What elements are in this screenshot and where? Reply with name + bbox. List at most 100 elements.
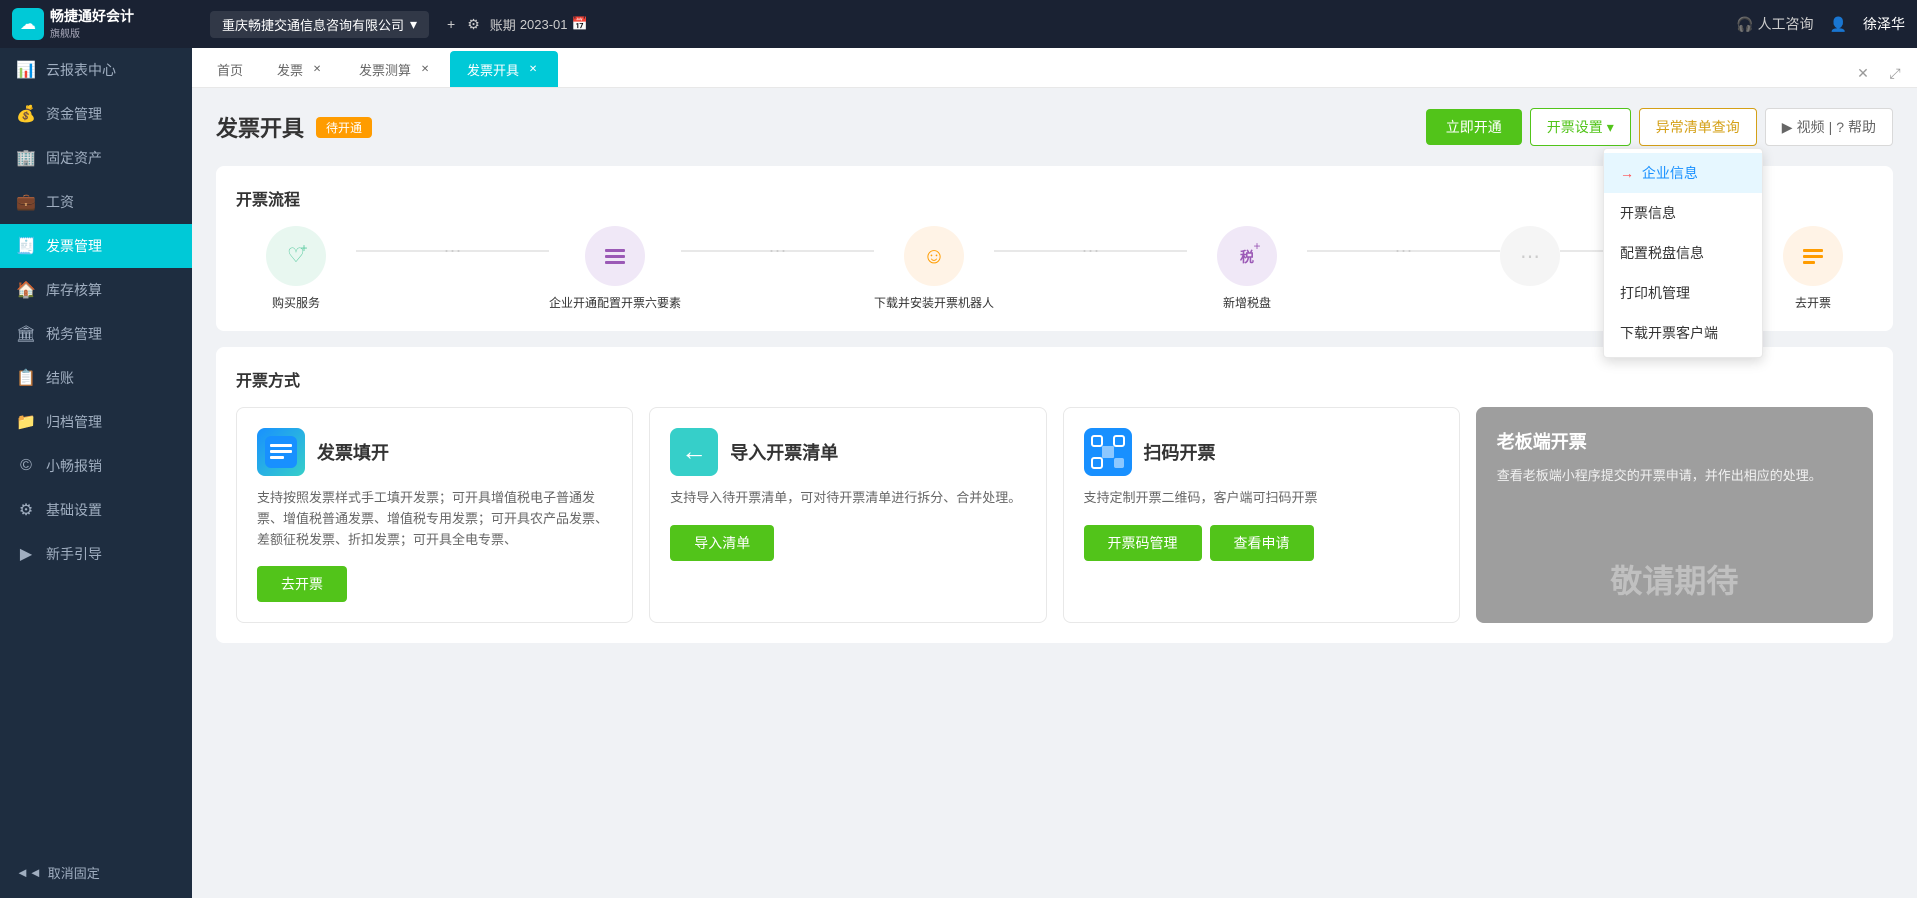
period-info: 账期 2023-01 📅 [490,15,588,34]
sidebar-item-tax[interactable]: 🏛 税务管理 [0,312,192,356]
sidebar-label-inventory: 库存核算 [46,280,102,300]
tab-home-label: 首页 [217,60,243,79]
red-arrow: → [1620,165,1634,181]
app-container: ☁ 畅捷通好会计 旗舰版 重庆畅捷交通信息咨询有限公司 ▾ + ⚙ 账期 202… [0,0,1917,898]
user-avatar: 👤 [1830,16,1847,33]
add-button[interactable]: + [447,16,455,32]
settings-button[interactable]: ⚙ [467,16,480,33]
sidebar-item-account[interactable]: 📋 结账 [0,356,192,400]
unpin-icon: ◄◄ [16,865,42,880]
fill-btn[interactable]: 去开票 [257,566,347,602]
logo-sub: 旗舰版 [50,25,134,40]
fill-icon [257,428,305,476]
sidebar-item-report[interactable]: © 小畅报销 [0,444,192,488]
buy-icon: ♡+ [266,226,326,286]
scan-btns: 开票码管理 查看申请 [1084,525,1439,561]
methods-section: 开票方式 发票填开 支持按照发票样式手工填开发票；可开具增值税电子普通发票、增值… [216,347,1893,643]
help-button[interactable]: ▶ 视频 | ? 帮助 [1765,108,1893,146]
company-selector[interactable]: 重庆畅捷交通信息咨询有限公司 ▾ [210,11,429,38]
sidebar-bottom[interactable]: ◄◄ 取消固定 [0,855,192,898]
sidebar-item-archive[interactable]: 📁 归档管理 [0,400,192,444]
activate-button[interactable]: 立即开通 [1426,109,1522,145]
settings-button-main[interactable]: 开票设置 ▾ [1530,108,1631,146]
sidebar-item-guide[interactable]: ▶ 新手引导 [0,532,192,576]
import-btn[interactable]: 导入清单 [670,525,774,561]
sidebar: 📊 云报表中心 💰 资金管理 🏢 固定资产 💼 工资 🧾 发票管理 [0,48,192,898]
dropdown-item-company-info[interactable]: → 企业信息 [1604,153,1762,193]
tab-invoice[interactable]: 发票 ✕ [260,51,342,87]
top-bar: ☁ 畅捷通好会计 旗舰版 重庆畅捷交通信息咨询有限公司 ▾ + ⚙ 账期 202… [0,0,1917,48]
close-tab-action[interactable]: ✕ [1849,59,1877,87]
page-content: 发票开具 待开通 立即开通 开票设置 ▾ 异常清单查询 ▶ 视频 [192,88,1917,898]
boss-title: 老板端开票 [1497,428,1587,454]
settings-dropdown-arrow: ▾ [1607,119,1614,136]
methods-section-title: 开票方式 [236,367,1873,391]
sidebar-item-fund[interactable]: 💰 资金管理 [0,92,192,136]
method-card-scan: 扫码开票 支持定制开票二维码，客户端可扫码开票 开票码管理 查看申请 [1063,407,1460,623]
user-area: 🎧 人工咨询 👤 徐泽华 [1736,14,1905,34]
abnormal-button[interactable]: 异常清单查询 [1639,108,1757,146]
logo-text-area: 畅捷通好会计 旗舰版 [50,8,134,40]
tab-invoice-calc-close[interactable]: ✕ [417,62,433,78]
sidebar-item-salary[interactable]: 💼 工资 [0,180,192,224]
fill-title: 发票填开 [317,439,389,465]
tab-invoice-issue-close[interactable]: ✕ [525,62,541,78]
dropdown-item-download-client[interactable]: 下载开票客户端 [1604,313,1762,353]
consult-button[interactable]: 🎧 人工咨询 [1736,14,1813,34]
dropdown-item-invoice-info[interactable]: 开票信息 [1604,193,1762,233]
company-info-label: 企业信息 [1642,165,1698,181]
tab-actions: ✕ ⤢ [1849,59,1909,87]
svg-text:税: 税 [1240,249,1254,265]
guide-icon: ▶ [16,544,36,564]
company-dropdown-icon: ▾ [410,16,417,33]
dropdown-item-printer[interactable]: 打印机管理 [1604,273,1762,313]
config-label: 企业开通配置开票六要素 [549,294,681,311]
inventory-icon: 🏠 [16,280,36,300]
content-area: 首页 发票 ✕ 发票测算 ✕ 发票开具 ✕ ✕ ⤢ [192,48,1917,898]
printer-label: 打印机管理 [1620,285,1690,301]
tab-invoice-issue-label: 发票开具 [467,60,519,79]
calendar-icon: 📅 [572,16,588,32]
dropdown-item-tax-disk[interactable]: 配置税盘信息 [1604,233,1762,273]
sidebar-label-invoice-mgmt: 发票管理 [46,236,102,256]
period-value[interactable]: 2023-01 [520,17,568,32]
tax-disk-label: 配置税盘信息 [1620,245,1704,261]
page-title: 发票开具 [216,111,304,143]
tab-invoice-close[interactable]: ✕ [309,62,325,78]
boss-card-header: 老板端开票 [1497,428,1852,454]
help-circle-icon: ? [1836,119,1844,135]
user-name: 徐泽华 [1863,14,1905,34]
settings-dropdown: → 企业信息 开票信息 配置税盘信息 打印机管理 [1603,148,1763,358]
sidebar-item-fixed-assets[interactable]: 🏢 固定资产 [0,136,192,180]
settings-icon: ⚙ [16,500,36,520]
method-card-fill: 发票填开 支持按照发票样式手工填开发票；可开具增值税电子普通发票、增值税普通发票… [236,407,633,623]
scan-apply-btn[interactable]: 查看申请 [1210,525,1314,561]
tab-home[interactable]: 首页 [200,51,260,87]
process-step-issue: 去开票 [1753,226,1873,311]
tab-bar: 首页 发票 ✕ 发票测算 ✕ 发票开具 ✕ ✕ ⤢ [192,48,1917,88]
help-divider: | [1829,119,1833,135]
import-icon: ← [670,428,718,476]
archive-icon: 📁 [16,412,36,432]
tab-invoice-calc[interactable]: 发票测算 ✕ [342,51,450,87]
sidebar-item-invoice-mgmt[interactable]: 🧾 发票管理 [0,224,192,268]
headset-icon: 🎧 [1736,16,1753,32]
add-disk-icon: 税+ [1217,226,1277,286]
sidebar-item-settings[interactable]: ⚙ 基础设置 [0,488,192,532]
scan-icon [1084,428,1132,476]
logo-text: 畅捷通好会计 [50,8,134,25]
sidebar-label-account: 结账 [46,368,74,388]
sidebar-item-cloud-report[interactable]: 📊 云报表中心 [0,48,192,92]
page-title-area: 发票开具 待开通 [216,111,372,143]
maximize-tab-action[interactable]: ⤢ [1881,59,1909,87]
boss-desc: 查看老板端小程序提交的开票申请，并作出相应的处理。 [1497,466,1852,487]
import-desc: 支持导入待开票清单，可对待开票清单进行拆分、合并处理。 [670,488,1025,509]
scan-code-btn[interactable]: 开票码管理 [1084,525,1202,561]
tab-invoice-issue[interactable]: 发票开具 ✕ [450,51,558,87]
process-step-download: ☺ 下载并安装开票机器人 [874,226,994,311]
sidebar-item-inventory[interactable]: 🏠 库存核算 [0,268,192,312]
consult-label: 人工咨询 [1758,16,1814,32]
method-cards: 发票填开 支持按照发票样式手工填开发票；可开具增值税电子普通发票、增值税普通发票… [236,407,1873,623]
sidebar-scroll[interactable]: 📊 云报表中心 💰 资金管理 🏢 固定资产 💼 工资 🧾 发票管理 [0,48,192,855]
sidebar-label-tax: 税务管理 [46,324,102,344]
